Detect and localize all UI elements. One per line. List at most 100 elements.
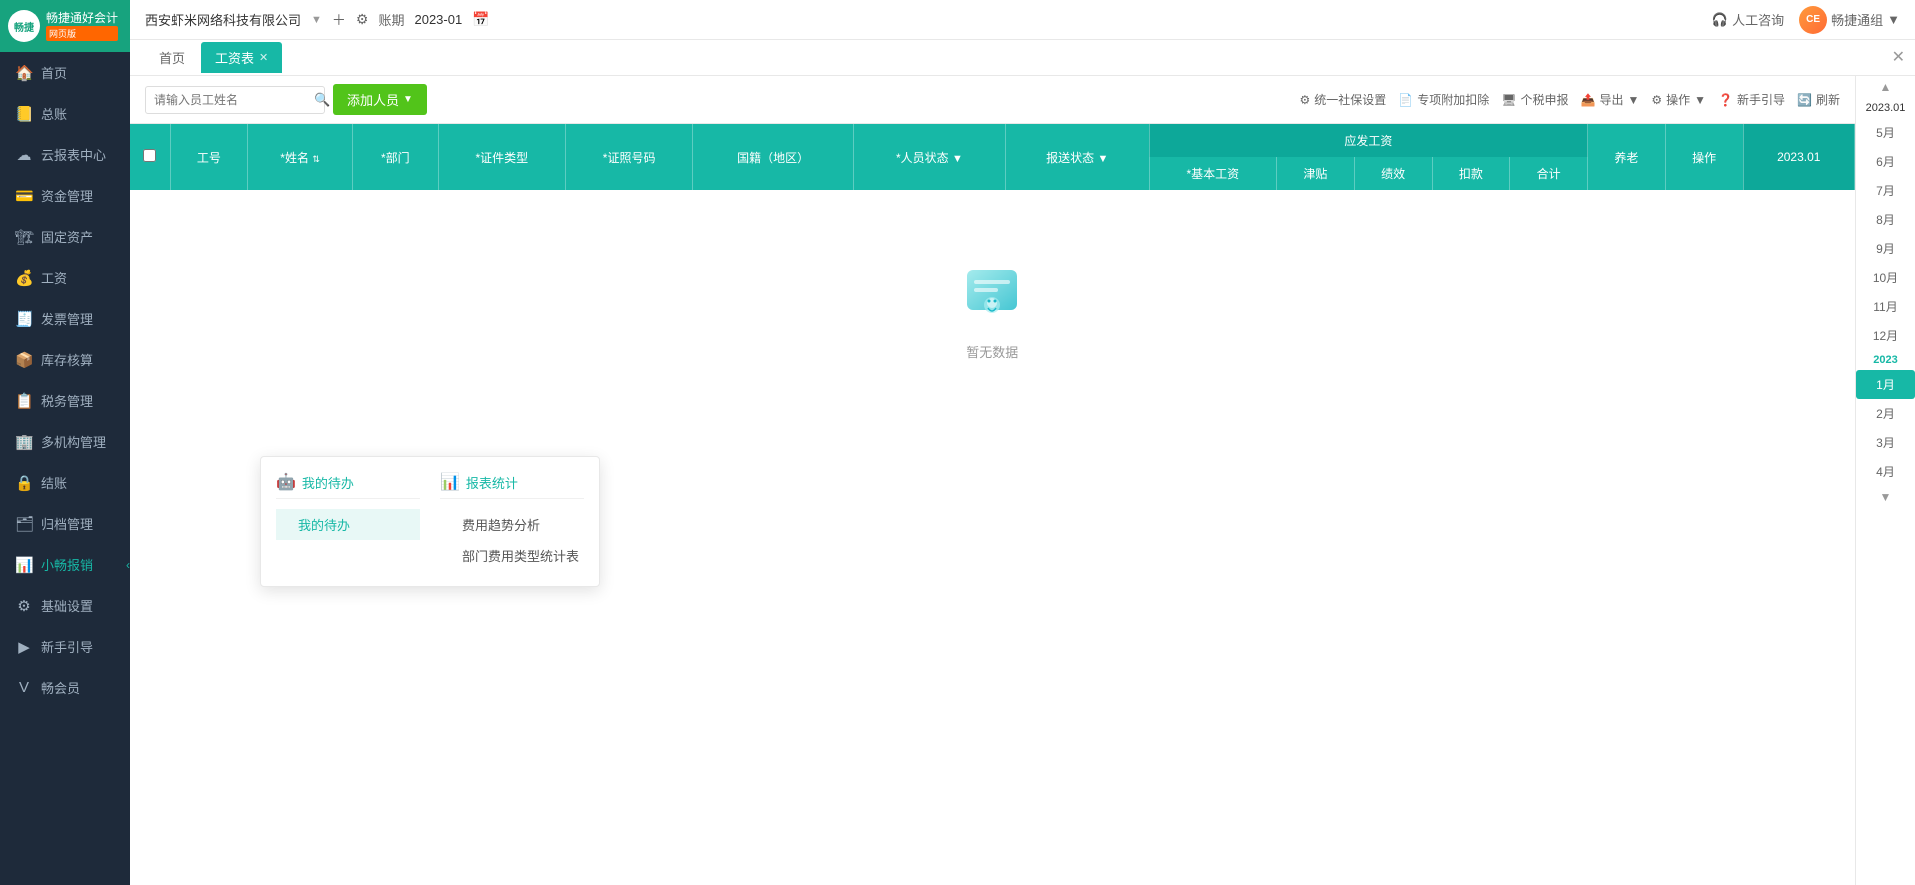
nav-month-jan[interactable]: 1月 (1856, 370, 1915, 399)
sidebar: 畅捷 畅捷通好会计 网页版 🏠 首页 📒 总账 ☁ 云报表中心 💳 资金管理 🏗… (0, 0, 130, 885)
sidebar-item-membership[interactable]: V 畅会员 (0, 667, 130, 708)
fund-icon: 💳 (15, 187, 33, 205)
nav-month-aug[interactable]: 8月 (1856, 205, 1915, 234)
sidebar-item-ledger[interactable]: 📒 总账 (0, 93, 130, 134)
operation-dropdown-icon: ▼ (1694, 93, 1706, 107)
nav-month-nov[interactable]: 11月 (1856, 292, 1915, 321)
add-company-btn[interactable]: ＋ (332, 10, 346, 30)
sidebar-item-archive[interactable]: 🗂 归档管理 (0, 503, 130, 544)
logo-badge: 网页版 (46, 26, 118, 41)
nav-month-oct[interactable]: 10月 (1856, 263, 1915, 292)
refresh-btn[interactable]: 🔄 刷新 (1797, 91, 1840, 108)
social-security-btn[interactable]: ⚙ 统一社保设置 (1300, 91, 1387, 108)
nav-up-arrow[interactable]: ▲ (1876, 76, 1896, 98)
chart-icon: 📊 (440, 472, 460, 492)
sidebar-item-cloud-report[interactable]: ☁ 云报表中心 (0, 134, 130, 175)
guide-btn[interactable]: ❓ 新手引导 (1718, 91, 1785, 108)
export-btn[interactable]: 📤 导出 ▼ (1581, 91, 1640, 108)
search-icon[interactable]: 🔍 (314, 92, 330, 108)
col-period: 2023.01 (1743, 124, 1854, 190)
col-report-status[interactable]: 报送状态 ▼ (1005, 124, 1149, 190)
col-nationality: 国籍（地区） (693, 124, 854, 190)
search-input[interactable] (154, 93, 309, 107)
consult-btn[interactable]: 🎧 人工咨询 (1712, 10, 1784, 29)
popup-todo-item[interactable]: 我的待办 (276, 509, 420, 540)
col-deduction: 扣款 (1432, 157, 1510, 190)
empty-state: 暂无数据 (130, 190, 1855, 421)
fixed-assets-icon: 🏗 (15, 228, 33, 246)
logo-text: 畅捷通好会计 (46, 11, 118, 27)
nav-month-dec[interactable]: 12月 (1856, 321, 1915, 350)
sidebar-item-closing[interactable]: 🔒 结账 (0, 462, 130, 503)
logo-icon: 畅捷 (8, 10, 40, 42)
col-cert-type: *证件类型 (438, 124, 565, 190)
nav-down-arrow[interactable]: ▼ (1876, 486, 1896, 508)
tab-salary-table[interactable]: 工资表 ✕ (201, 42, 282, 73)
sidebar-item-fund[interactable]: 💳 资金管理 (0, 175, 130, 216)
sidebar-item-home[interactable]: 🏠 首页 (0, 52, 130, 93)
popup-menu: 🤖 我的待办 我的待办 📊 报表统计 费用趋势分析 部门费用类型统计表 (260, 456, 600, 587)
xiao-chang-icon: 📊 (15, 556, 33, 574)
sidebar-item-tax[interactable]: 📋 税务管理 (0, 380, 130, 421)
tab-home[interactable]: 首页 (145, 42, 199, 73)
tabbar: 首页 工资表 ✕ ✕ (130, 40, 1915, 76)
nav-month-sep[interactable]: 9月 (1856, 234, 1915, 263)
select-all-checkbox[interactable] (143, 149, 156, 162)
avatar: CE (1799, 6, 1827, 34)
archive-icon: 🗂 (15, 515, 33, 533)
sidebar-item-invoice[interactable]: 🧾 发票管理 (0, 298, 130, 339)
popup-col-report: 📊 报表统计 费用趋势分析 部门费用类型统计表 (440, 472, 584, 571)
user-area[interactable]: CE 畅捷通组 ▼ (1799, 6, 1900, 34)
nav-month-feb[interactable]: 2月 (1856, 399, 1915, 428)
add-person-button[interactable]: 添加人员 ▼ (333, 84, 427, 115)
sidebar-item-salary[interactable]: 💰 工资 (0, 257, 130, 298)
export-dropdown-icon: ▼ (1628, 93, 1640, 107)
calendar-icon[interactable]: 📅 (472, 11, 489, 28)
nav-year-2023: 2023 (1873, 350, 1897, 370)
nav-month-mar[interactable]: 3月 (1856, 428, 1915, 457)
nav-month-may[interactable]: 5月 (1856, 118, 1915, 147)
report-filter-icon: ▼ (1098, 153, 1109, 165)
sidebar-item-basic[interactable]: ⚙ 基础设置 (0, 585, 130, 626)
multi-org-icon: 🏢 (15, 433, 33, 451)
ledger-icon: 📒 (15, 105, 33, 123)
sidebar-item-multi-org[interactable]: 🏢 多机构管理 (0, 421, 130, 462)
col-number: 工号 (170, 124, 248, 190)
status-filter-icon: ▼ (952, 153, 963, 165)
col-department: *部门 (352, 124, 438, 190)
company-dropdown-icon[interactable]: ▼ (311, 14, 322, 26)
sidebar-item-inventory[interactable]: 📦 库存核算 (0, 339, 130, 380)
topbar: 西安虾米网络科技有限公司 ▼ ＋ ⚙ 账期 2023-01 📅 🎧 人工咨询 C… (130, 0, 1915, 40)
settings-icon[interactable]: ⚙ (356, 11, 369, 28)
sidebar-item-xiao-chang[interactable]: 📊 小畅报销 ‹ (0, 544, 130, 585)
popup-todo-title: 🤖 我的待办 (276, 472, 420, 499)
operation-btn[interactable]: ⚙ 操作 ▼ (1651, 91, 1706, 108)
col-status[interactable]: *人员状态 ▼ (853, 124, 1005, 190)
tab-bar-close-btn[interactable]: ✕ (1892, 47, 1905, 67)
col-group-salary: 应发工资 (1149, 124, 1587, 157)
headset-icon: 🎧 (1712, 12, 1728, 28)
company-name: 西安虾米网络科技有限公司 (145, 10, 301, 29)
nav-month-jun[interactable]: 6月 (1856, 147, 1915, 176)
col-checkbox[interactable] (130, 124, 170, 190)
tax-deduction-btn[interactable]: 📄 专项附加扣除 (1398, 91, 1489, 108)
sidebar-item-guide[interactable]: ▶ 新手引导 (0, 626, 130, 667)
sidebar-item-fixed-assets[interactable]: 🏗 固定资产 (0, 216, 130, 257)
social-security-icon: ⚙ (1300, 93, 1311, 107)
search-box: 🔍 (145, 86, 325, 114)
col-operation: 操作 (1665, 124, 1743, 190)
period-value: 2023-01 (414, 12, 462, 27)
col-name[interactable]: *姓名 ⇅ (248, 124, 353, 190)
popup-report-item-2[interactable]: 部门费用类型统计表 (440, 540, 584, 571)
toolbar: 🔍 添加人员 ▼ ⚙ 统一社保设置 📄 专项附加扣除 (130, 76, 1855, 124)
add-btn-dropdown-icon: ▼ (403, 94, 413, 105)
nav-month-apr[interactable]: 4月 (1856, 457, 1915, 486)
operation-icon: ⚙ (1651, 93, 1662, 107)
tab-close-icon[interactable]: ✕ (259, 51, 268, 64)
membership-icon: V (15, 679, 33, 696)
content-area: 🔍 添加人员 ▼ ⚙ 统一社保设置 📄 专项附加扣除 (130, 76, 1915, 885)
popup-report-item-1[interactable]: 费用趋势分析 (440, 509, 584, 540)
nav-month-jul[interactable]: 7月 (1856, 176, 1915, 205)
tax-report-btn[interactable]: 🖥 个税申报 (1501, 91, 1568, 108)
robot-icon: 🤖 (276, 472, 296, 492)
